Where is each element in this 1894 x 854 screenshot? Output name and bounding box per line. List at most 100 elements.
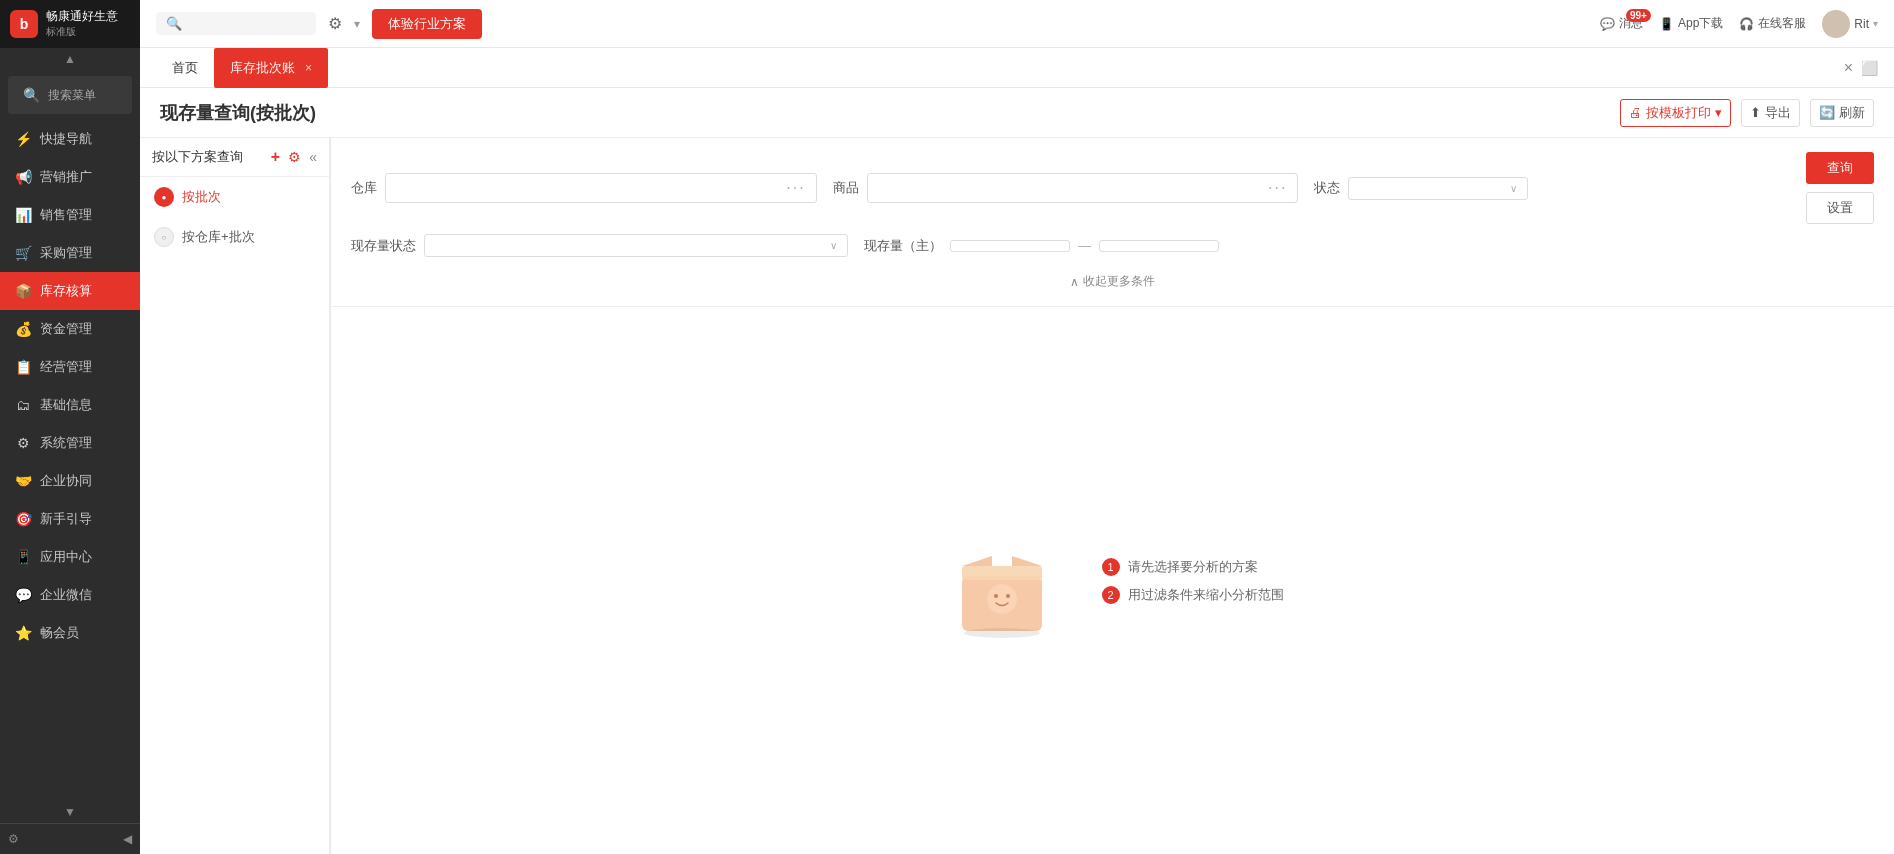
sidebar-nav: 🔍 搜索菜单 ⚡ 快捷导航 📢 营销推广 📊 销售管理 🛒 采购管理 📦 库存核… (0, 70, 140, 801)
sidebar-item-member[interactable]: ⭐ 畅会员 (0, 614, 140, 652)
left-panel-header-actions: + ⚙ « (271, 148, 317, 166)
sidebar-item-marketing-label: 营销推广 (40, 168, 92, 186)
main-area: 🔍 ⚙ ▾ 体验行业方案 💬 消息 99+ 📱 App下载 🎧 在线客服 Rit (140, 0, 1894, 854)
stock-qty-min-input[interactable] (950, 240, 1070, 252)
sidebar-item-purchase[interactable]: 🛒 采购管理 (0, 234, 140, 272)
add-plan-icon[interactable]: + (271, 148, 280, 166)
tip-text-1: 请先选择要分析的方案 (1128, 558, 1258, 576)
sidebar-footer: ⚙ ◀ (0, 823, 140, 854)
refresh-btn[interactable]: 🔄 刷新 (1810, 99, 1874, 127)
app-download-action[interactable]: 📱 App下载 (1659, 15, 1723, 32)
online-service-action[interactable]: 🎧 在线客服 (1739, 15, 1806, 32)
sidebar-item-marketing[interactable]: 📢 营销推广 (0, 158, 140, 196)
sidebar-item-quicknav[interactable]: ⚡ 快捷导航 (0, 120, 140, 158)
sidebar-settings-btn[interactable]: ⚙ (8, 832, 19, 846)
plan-icon-warehouse-batch: ○ (154, 227, 174, 247)
collapse-more-btn[interactable]: ∧ 收起更多条件 (351, 267, 1874, 296)
app-download-label: App下载 (1678, 15, 1723, 32)
tab-close-icon[interactable]: × (305, 61, 312, 75)
export-btn[interactable]: ⬆ 导出 (1741, 99, 1800, 127)
company-name: 畅康通好生意 (46, 9, 118, 25)
user-name-label: Rit (1854, 17, 1869, 31)
sidebar-item-basics[interactable]: 🗂 基础信息 (0, 386, 140, 424)
inventory-icon: 📦 (14, 282, 32, 300)
product-dots[interactable]: ··· (1268, 179, 1287, 197)
sidebar-item-sales[interactable]: 📊 销售管理 (0, 196, 140, 234)
topbar-search-box[interactable]: 🔍 (156, 12, 316, 35)
sidebar-item-search-label: 搜索菜单 (48, 87, 96, 104)
filter-settings-btn[interactable]: 设置 (1806, 192, 1874, 224)
online-service-icon: 🎧 (1739, 17, 1754, 31)
sidebar-item-app-center-label: 应用中心 (40, 548, 92, 566)
quicknav-icon: ⚡ (14, 130, 32, 148)
status-select[interactable]: ∨ (1348, 177, 1528, 200)
enterprise-icon: 🤝 (14, 472, 32, 490)
search-icon: 🔍 (22, 86, 40, 104)
warehouse-filter-group: 仓库 ··· (351, 173, 817, 203)
stock-qty-max-input[interactable] (1099, 240, 1219, 252)
app-center-icon: 📱 (14, 548, 32, 566)
finance-icon: 💰 (14, 320, 32, 338)
left-panel: 按以下方案查询 + ⚙ « ● 按批次 (140, 138, 330, 854)
sidebar-item-newbie[interactable]: 🎯 新手引导 (0, 500, 140, 538)
page-header: 现存量查询(按批次) 🖨 按模板打印 ▾ ⬆ 导出 🔄 刷新 (140, 88, 1894, 138)
online-service-label: 在线客服 (1758, 15, 1806, 32)
tab-home-label: 首页 (172, 59, 198, 77)
sidebar-item-wechat-label: 企业微信 (40, 586, 92, 604)
tab-home[interactable]: 首页 (156, 48, 214, 88)
experience-btn[interactable]: 体验行业方案 (372, 9, 482, 39)
sidebar-item-search[interactable]: 🔍 搜索菜单 (8, 76, 132, 114)
page-expand-icon[interactable]: ⬜ (1861, 60, 1878, 76)
sidebar: b 畅康通好生意 标准版 ▲ 🔍 搜索菜单 ⚡ 快捷导航 📢 营销推广 📊 销售… (0, 0, 140, 854)
scroll-down-btn[interactable]: ▼ (0, 801, 140, 823)
wechat-icon: 💬 (14, 586, 32, 604)
sidebar-item-finance[interactable]: 💰 资金管理 (0, 310, 140, 348)
page-close-btn[interactable]: × (1844, 59, 1853, 77)
warehouse-dots[interactable]: ··· (786, 179, 805, 197)
plan-item-batch[interactable]: ● 按批次 (140, 177, 329, 217)
left-panel-header: 按以下方案查询 + ⚙ « (140, 138, 329, 177)
sidebar-item-system[interactable]: ⚙ 系统管理 (0, 424, 140, 462)
messages-action[interactable]: 💬 消息 99+ (1600, 15, 1643, 32)
sidebar-collapse-btn[interactable]: ◀ (123, 832, 132, 846)
filter-row-1: 仓库 ··· 商品 ··· (351, 152, 1874, 224)
app-logo: b (10, 10, 38, 38)
query-btn[interactable]: 查询 (1806, 152, 1874, 184)
stock-status-select[interactable]: ∨ (424, 234, 848, 257)
left-panel-title: 按以下方案查询 (152, 148, 243, 166)
app-version: 标准版 (46, 25, 118, 39)
user-avatar-action[interactable]: Rit ▾ (1822, 10, 1878, 38)
empty-state: 1 请先选择要分析的方案 2 用过滤条件来缩小分析范围 (331, 307, 1894, 854)
print-btn[interactable]: 🖨 按模板打印 ▾ (1620, 99, 1731, 127)
sidebar-item-inventory[interactable]: 📦 库存核算 (0, 272, 140, 310)
sidebar-item-app-center[interactable]: 📱 应用中心 (0, 538, 140, 576)
tip-num-2: 2 (1102, 586, 1120, 604)
topbar-chevron-icon[interactable]: ▾ (354, 17, 360, 31)
stock-qty-filter-group: 现存量（主） — (864, 237, 1361, 255)
product-label: 商品 (833, 179, 859, 197)
empty-tip-2: 2 用过滤条件来缩小分析范围 (1102, 586, 1284, 604)
user-chevron-icon: ▾ (1873, 18, 1878, 29)
app-title-group: 畅康通好生意 标准版 (46, 9, 118, 39)
topbar-actions: 💬 消息 99+ 📱 App下载 🎧 在线客服 Rit ▾ (1600, 10, 1878, 38)
svg-point-5 (964, 628, 1040, 638)
empty-tips: 1 请先选择要分析的方案 2 用过滤条件来缩小分析范围 (1102, 558, 1284, 604)
messages-badge: 99+ (1626, 9, 1651, 22)
sidebar-item-wechat[interactable]: 💬 企业微信 (0, 576, 140, 614)
plan-item-warehouse-batch[interactable]: ○ 按仓库+批次 (140, 217, 329, 257)
warehouse-input[interactable]: ··· (385, 173, 817, 203)
sidebar-item-member-label: 畅会员 (40, 624, 79, 642)
product-input[interactable]: ··· (867, 173, 1299, 203)
topbar-gear-icon[interactable]: ⚙ (328, 14, 342, 33)
sidebar-item-enterprise-label: 企业协同 (40, 472, 92, 490)
sidebar-item-operations[interactable]: 📋 经营管理 (0, 348, 140, 386)
scroll-up-btn[interactable]: ▲ (0, 48, 140, 70)
product-filter-group: 商品 ··· (833, 173, 1299, 203)
sidebar-item-enterprise[interactable]: 🤝 企业协同 (0, 462, 140, 500)
topbar-search-input[interactable] (188, 17, 288, 31)
tab-inventory-batch[interactable]: 库存批次账 × (214, 48, 328, 88)
right-panel: 仓库 ··· 商品 ··· (331, 138, 1894, 854)
collapse-left-icon[interactable]: « (309, 149, 317, 165)
plan-settings-icon[interactable]: ⚙ (288, 149, 301, 165)
content-area: 按以下方案查询 + ⚙ « ● 按批次 (140, 138, 1894, 854)
